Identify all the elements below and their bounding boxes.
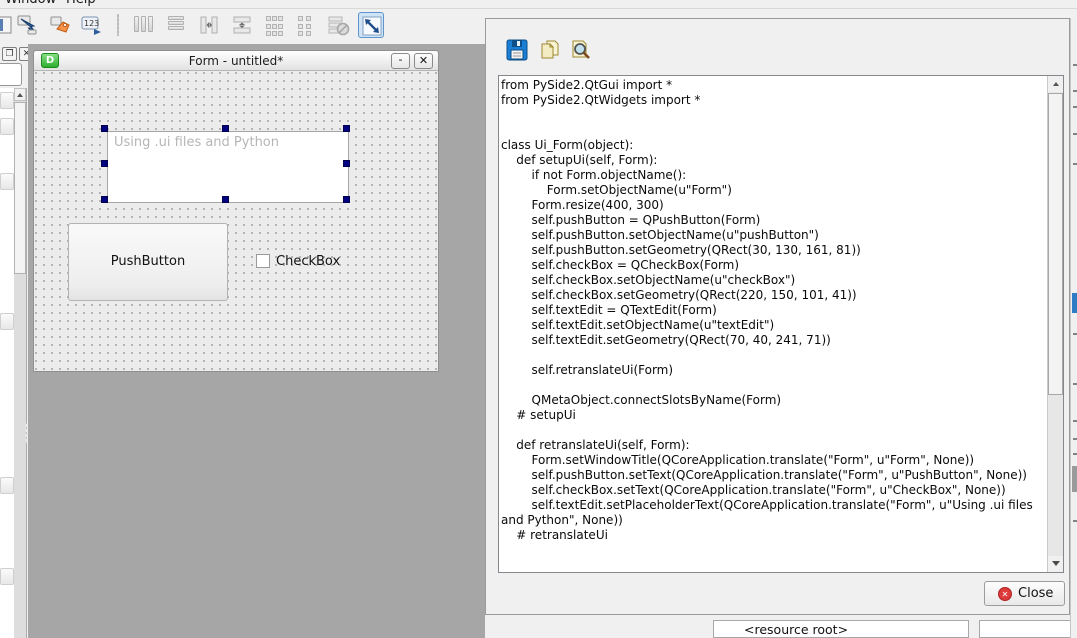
- widget-filter-input[interactable]: [0, 63, 22, 86]
- dock-float-icon[interactable]: ❐: [2, 47, 17, 61]
- widget-category-row[interactable]: [0, 568, 14, 585]
- qtextedit-widget[interactable]: Using .ui files and Python: [107, 131, 349, 203]
- layout-vertically-icon[interactable]: [163, 12, 189, 38]
- dock-splitter-handle[interactable]: [25, 423, 28, 444]
- adjust-size-icon[interactable]: [358, 12, 384, 38]
- copy-icon[interactable]: [538, 38, 562, 62]
- widget-box-scrollbar[interactable]: [14, 88, 26, 638]
- menu-help[interactable]: Help: [66, 0, 96, 7]
- property-selected-row: [1072, 293, 1077, 313]
- resource-browser-panel: <resource root>: [713, 620, 969, 638]
- property-editor-sliver: [1070, 18, 1077, 638]
- scrollbar-thumb[interactable]: [14, 102, 26, 274]
- checkbox-label: CheckBox: [276, 254, 340, 269]
- close-icon[interactable]: ✕: [414, 53, 433, 69]
- form-window-title: Form - untitled*: [34, 54, 438, 68]
- layout-horizontally-icon[interactable]: [130, 12, 156, 38]
- layout-vertical-splitter-icon[interactable]: [229, 12, 255, 38]
- selection-handle[interactable]: [343, 196, 350, 203]
- close-red-icon: ✕: [998, 587, 1012, 601]
- resource-root-item[interactable]: <resource root>: [744, 622, 848, 637]
- scroll-up-icon[interactable]: [14, 88, 26, 101]
- scrollbar-thumb[interactable]: [1048, 93, 1063, 395]
- selection-handle[interactable]: [101, 125, 108, 132]
- edit-tab-order-icon[interactable]: 123: [79, 12, 105, 38]
- menu-window[interactable]: Window: [5, 0, 56, 7]
- selection-handle[interactable]: [101, 160, 108, 167]
- save-icon[interactable]: [505, 38, 529, 62]
- edit-widgets-icon[interactable]: [0, 12, 14, 38]
- svg-text:123: 123: [84, 19, 99, 28]
- widget-category-row[interactable]: [0, 313, 14, 330]
- qpushbutton-widget[interactable]: PushButton: [68, 223, 228, 301]
- widget-box-list: [0, 88, 27, 638]
- layout-grid-icon[interactable]: [262, 12, 288, 38]
- qt-designer-screen: Window Help 123: [0, 0, 1077, 638]
- widget-category-row[interactable]: [0, 477, 14, 494]
- selection-handle[interactable]: [343, 125, 350, 132]
- minimize-icon[interactable]: -: [391, 53, 410, 69]
- checkbox-indicator-icon[interactable]: [256, 254, 270, 268]
- menu-bar: Window Help: [0, 0, 1077, 9]
- selection-handle[interactable]: [222, 125, 229, 132]
- selection-handle[interactable]: [222, 196, 229, 203]
- close-button[interactable]: ✕ Close: [984, 581, 1065, 606]
- widget-category-row[interactable]: [0, 118, 14, 135]
- scroll-up-icon[interactable]: [1048, 76, 1063, 92]
- edit-signals-slots-icon[interactable]: [14, 12, 40, 38]
- break-layout-icon[interactable]: [325, 12, 351, 38]
- widget-category-row[interactable]: [0, 92, 14, 109]
- close-button-label: Close: [1018, 586, 1053, 601]
- bottom-right-panel: [979, 620, 1077, 638]
- code-scrollbar[interactable]: [1047, 76, 1063, 572]
- code-view[interactable]: from PySide2.QtGui import * from PySide2…: [498, 75, 1064, 573]
- form-window-titlebar[interactable]: D Form - untitled* - ✕: [34, 51, 438, 71]
- code-preview-dialog: from PySide2.QtGui import * from PySide2…: [485, 18, 1070, 615]
- find-icon[interactable]: [569, 38, 593, 62]
- widget-box-dock: ❐ ✕: [0, 44, 28, 638]
- toolbar-separator: [117, 14, 119, 36]
- form-canvas[interactable]: Using .ui files and Python PushButton Ch…: [35, 71, 437, 371]
- selection-handle[interactable]: [101, 196, 108, 203]
- layout-form-icon[interactable]: [294, 12, 320, 38]
- property-scrollbar-fragment: [1072, 466, 1077, 492]
- widget-category-row[interactable]: [0, 173, 14, 190]
- selection-handle[interactable]: [343, 160, 350, 167]
- generated-python-code[interactable]: from PySide2.QtGui import * from PySide2…: [501, 78, 1045, 543]
- layout-horizontal-splitter-icon[interactable]: [196, 12, 222, 38]
- edit-buddies-icon[interactable]: [47, 12, 73, 38]
- scroll-down-icon[interactable]: [1048, 556, 1063, 572]
- form-window: D Form - untitled* - ✕ Using .ui files a…: [33, 50, 439, 372]
